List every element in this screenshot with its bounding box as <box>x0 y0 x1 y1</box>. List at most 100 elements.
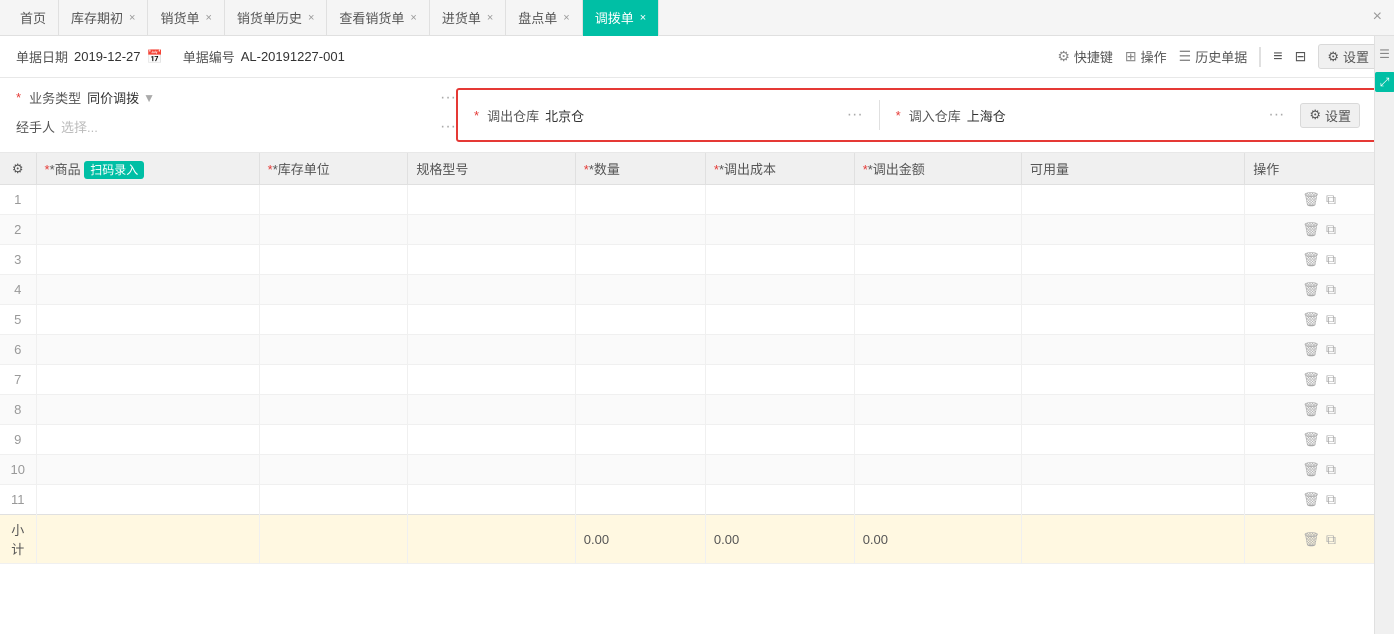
col-gear[interactable]: ⚙ <box>0 153 36 185</box>
avail-cell[interactable] <box>1022 215 1245 245</box>
cost-cell[interactable] <box>705 425 854 455</box>
biz-type-more[interactable]: ··· <box>440 89 456 107</box>
cost-cell[interactable] <box>705 245 854 275</box>
amount-cell[interactable] <box>854 305 1021 335</box>
amount-cell[interactable] <box>854 455 1021 485</box>
unit-cell[interactable] <box>259 425 408 455</box>
product-cell[interactable] <box>36 275 259 305</box>
qty-cell[interactable] <box>575 485 705 515</box>
tab-inventory-init[interactable]: 库存期初 × <box>59 0 148 36</box>
shortcut-button[interactable]: ⚙ 快捷键 <box>1057 47 1113 66</box>
close-tab-sales-history[interactable]: × <box>308 12 314 24</box>
in-warehouse-more[interactable]: ··· <box>1268 106 1284 124</box>
layout-icon1[interactable]: ≡ <box>1273 48 1282 66</box>
product-cell[interactable] <box>36 215 259 245</box>
spec-cell[interactable] <box>408 455 575 485</box>
tab-stocktake[interactable]: 盘点单 × <box>506 0 582 36</box>
avail-cell[interactable] <box>1022 485 1245 515</box>
delete-row-icon[interactable]: 🗑 <box>1302 221 1320 238</box>
delete-subtotal-icon[interactable]: 🗑 <box>1302 531 1320 548</box>
cost-cell[interactable] <box>705 275 854 305</box>
avail-cell[interactable] <box>1022 425 1245 455</box>
amount-cell[interactable] <box>854 335 1021 365</box>
calendar-icon[interactable]: 📅 <box>147 49 163 65</box>
product-cell[interactable] <box>36 245 259 275</box>
amount-cell[interactable] <box>854 215 1021 245</box>
cost-cell[interactable] <box>705 395 854 425</box>
delete-row-icon[interactable]: 🗑 <box>1302 341 1320 358</box>
close-tab-inventory-init[interactable]: × <box>129 12 135 24</box>
copy-row-icon[interactable]: ⧉ <box>1326 371 1336 388</box>
copy-row-icon[interactable]: ⧉ <box>1326 431 1336 448</box>
history-button[interactable]: ☰ 历史单据 <box>1179 47 1248 66</box>
close-tab-transfer[interactable]: × <box>640 12 646 24</box>
amount-cell[interactable] <box>854 365 1021 395</box>
spec-cell[interactable] <box>408 305 575 335</box>
copy-row-icon[interactable]: ⧉ <box>1326 251 1336 268</box>
delete-row-icon[interactable]: 🗑 <box>1302 491 1320 508</box>
cost-cell[interactable] <box>705 305 854 335</box>
scan-button[interactable]: 扫码录入 <box>84 161 144 179</box>
qty-cell[interactable] <box>575 335 705 365</box>
qty-cell[interactable] <box>575 455 705 485</box>
avail-cell[interactable] <box>1022 365 1245 395</box>
spec-cell[interactable] <box>408 245 575 275</box>
delete-row-icon[interactable]: 🗑 <box>1302 251 1320 268</box>
delete-row-icon[interactable]: 🗑 <box>1302 401 1320 418</box>
qty-cell[interactable] <box>575 185 705 215</box>
copy-row-icon[interactable]: ⧉ <box>1326 311 1336 328</box>
spec-cell[interactable] <box>408 425 575 455</box>
unit-cell[interactable] <box>259 365 408 395</box>
unit-cell[interactable] <box>259 455 408 485</box>
product-cell[interactable] <box>36 185 259 215</box>
cost-cell[interactable] <box>705 185 854 215</box>
product-cell[interactable] <box>36 455 259 485</box>
cost-cell[interactable] <box>705 365 854 395</box>
avail-cell[interactable] <box>1022 395 1245 425</box>
unit-cell[interactable] <box>259 185 408 215</box>
unit-cell[interactable] <box>259 335 408 365</box>
avail-cell[interactable] <box>1022 455 1245 485</box>
operation-button[interactable]: ⊞ 操作 <box>1125 47 1167 66</box>
qty-cell[interactable] <box>575 215 705 245</box>
close-tab-stocktake[interactable]: × <box>563 12 569 24</box>
avail-cell[interactable] <box>1022 275 1245 305</box>
amount-cell[interactable] <box>854 185 1021 215</box>
avail-cell[interactable] <box>1022 335 1245 365</box>
delete-row-icon[interactable]: 🗑 <box>1302 191 1320 208</box>
amount-cell[interactable] <box>854 395 1021 425</box>
qty-cell[interactable] <box>575 365 705 395</box>
unit-cell[interactable] <box>259 305 408 335</box>
delete-row-icon[interactable]: 🗑 <box>1302 371 1320 388</box>
qty-cell[interactable] <box>575 305 705 335</box>
amount-cell[interactable] <box>854 485 1021 515</box>
copy-subtotal-icon[interactable]: ⧉ <box>1326 531 1336 548</box>
spec-cell[interactable] <box>408 275 575 305</box>
spec-cell[interactable] <box>408 185 575 215</box>
copy-row-icon[interactable]: ⧉ <box>1326 341 1336 358</box>
qty-cell[interactable] <box>575 395 705 425</box>
qty-cell[interactable] <box>575 275 705 305</box>
settings-button[interactable]: ⚙ 设置 <box>1318 44 1378 69</box>
spec-cell[interactable] <box>408 365 575 395</box>
avail-cell[interactable] <box>1022 305 1245 335</box>
product-cell[interactable] <box>36 395 259 425</box>
unit-cell[interactable] <box>259 215 408 245</box>
unit-cell[interactable] <box>259 275 408 305</box>
spec-cell[interactable] <box>408 215 575 245</box>
product-cell[interactable] <box>36 365 259 395</box>
biz-type-select[interactable]: 同价调拨 ▼ <box>87 88 155 107</box>
tab-view-sales[interactable]: 查看销货单 × <box>327 0 429 36</box>
tab-transfer[interactable]: 调拨单 × <box>583 0 659 36</box>
warehouse-settings-button[interactable]: ⚙ 设置 <box>1300 103 1360 128</box>
product-cell[interactable] <box>36 305 259 335</box>
qty-cell[interactable] <box>575 425 705 455</box>
tab-sales-order[interactable]: 销货单 × <box>148 0 224 36</box>
avail-cell[interactable] <box>1022 245 1245 275</box>
delete-row-icon[interactable]: 🗑 <box>1302 281 1320 298</box>
cost-cell[interactable] <box>705 335 854 365</box>
unit-cell[interactable] <box>259 245 408 275</box>
amount-cell[interactable] <box>854 275 1021 305</box>
sidebar-expand-icon[interactable]: ⤢ <box>1375 72 1394 92</box>
tab-purchase[interactable]: 进货单 × <box>430 0 506 36</box>
